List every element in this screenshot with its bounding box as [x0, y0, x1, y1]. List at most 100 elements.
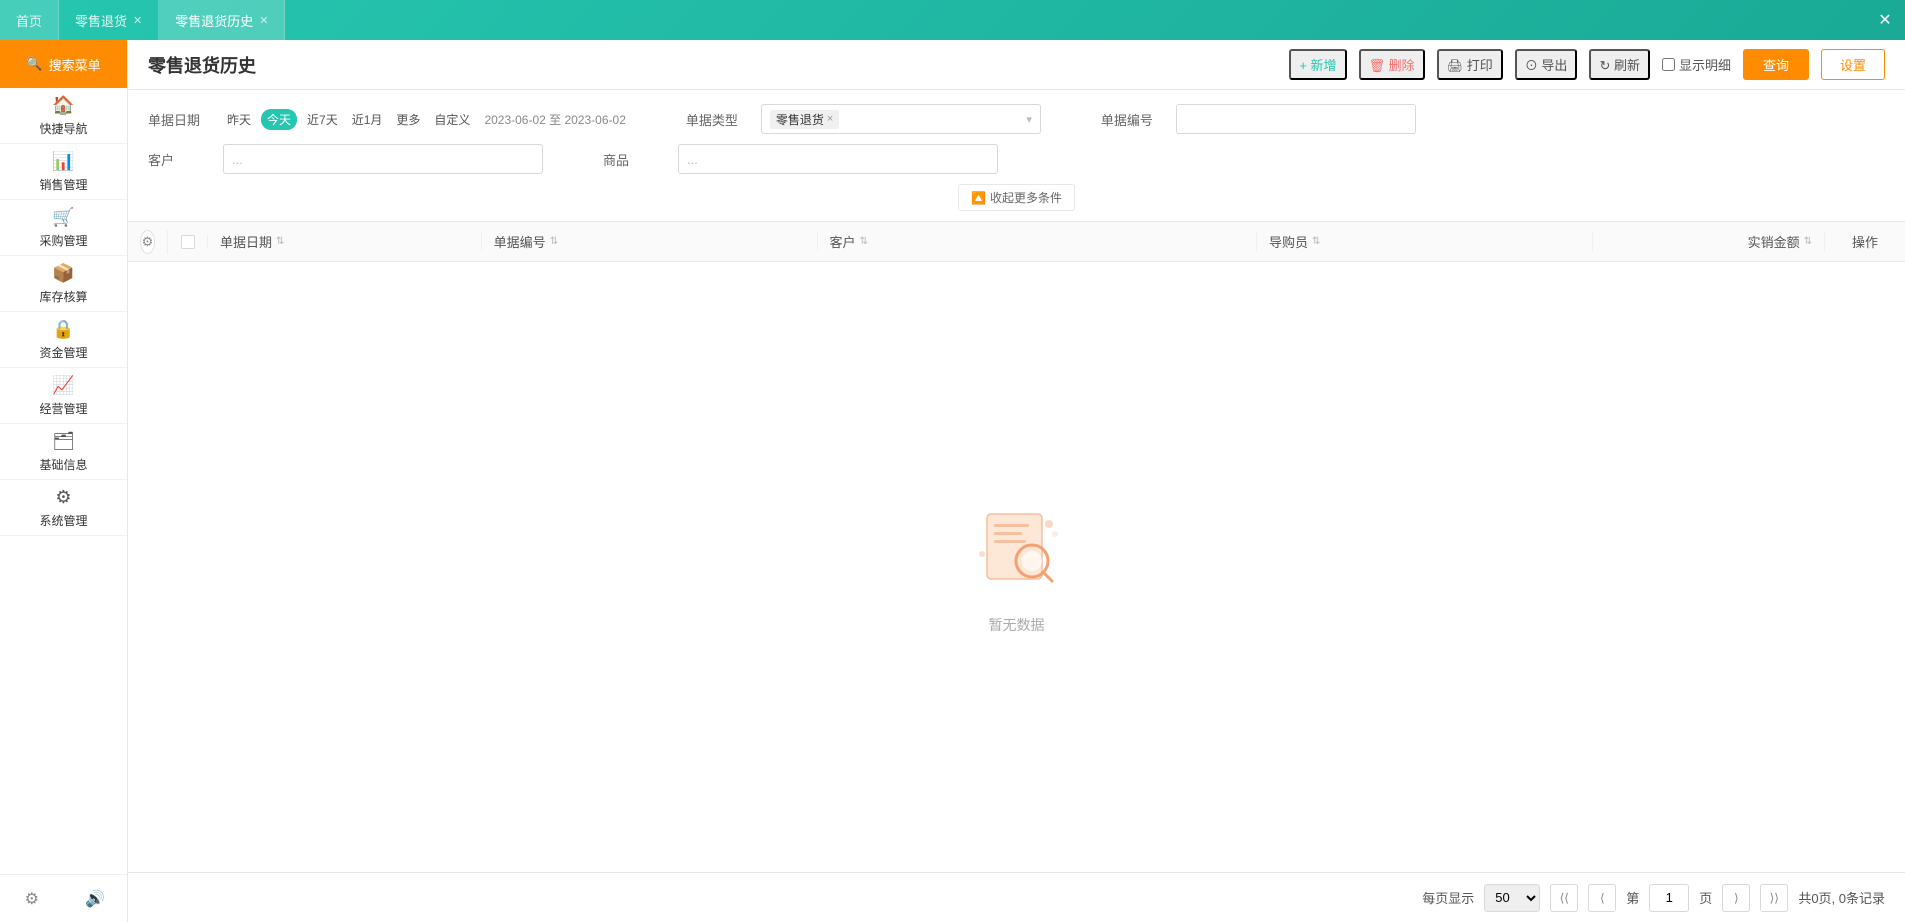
- th-no[interactable]: 单据编号 ⇅: [482, 232, 818, 251]
- th-amount[interactable]: 实销金额 ⇅: [1593, 232, 1825, 251]
- sidebar-item-operations-label: 经营管理: [39, 400, 87, 417]
- th-date-label: 单据日期: [220, 232, 272, 251]
- date-btn-today[interactable]: 今天: [261, 109, 297, 130]
- tab-home-label: 首页: [16, 11, 42, 30]
- collapse-filter-button[interactable]: 🔼 收起更多条件: [958, 184, 1075, 211]
- prev-page-button[interactable]: ⟨: [1588, 884, 1616, 912]
- customer-label: 客户: [148, 150, 203, 169]
- sidebar-item-purchase[interactable]: 🛒 采购管理: [0, 200, 127, 256]
- doc-type-tag-close[interactable]: ×: [827, 113, 833, 125]
- customer-dots: ...: [232, 152, 243, 167]
- settings-button[interactable]: 设置: [1821, 49, 1885, 80]
- th-settings: ⚙: [128, 230, 168, 254]
- new-button[interactable]: + 新增: [1289, 49, 1346, 80]
- th-checkbox: [168, 235, 208, 249]
- chevron-down-icon: ▾: [1026, 113, 1032, 126]
- sidebar-item-operations[interactable]: 📈 经营管理: [0, 368, 127, 424]
- sidebar-item-system[interactable]: ⚙ 系统管理: [0, 480, 127, 536]
- doc-type-tag: 零售退货 ×: [770, 110, 839, 129]
- sidebar-item-finance-label: 资金管理: [39, 344, 87, 361]
- tab-retail-return-history-label: 零售退货历史: [175, 11, 253, 30]
- delete-button[interactable]: 🗑 删除: [1359, 49, 1425, 80]
- sidebar-item-quick-nav[interactable]: 🏠 快捷导航: [0, 88, 127, 144]
- tab-home[interactable]: 首页: [0, 0, 59, 40]
- chevron-up-icon: 🔼: [971, 191, 986, 205]
- sidebar: 🔍 搜索菜单 🏠 快捷导航 📊 销售管理 🛒 采购管理 📦 库存核算 🔒 资金管…: [0, 40, 128, 922]
- sidebar-item-basic-info-label: 基础信息: [39, 456, 87, 473]
- first-page-button[interactable]: ⟨⟨: [1550, 884, 1578, 912]
- sales-icon: 📊: [52, 151, 74, 172]
- th-guide[interactable]: 导购员 ⇅: [1257, 232, 1593, 251]
- date-btn-more[interactable]: 更多: [392, 109, 424, 130]
- table-area: ⚙ 单据日期 ⇅ 单据编号 ⇅ 客户 ⇅ 导购员: [128, 222, 1905, 872]
- goods-label: 商品: [603, 150, 658, 169]
- tab-retail-return-close[interactable]: ✕: [133, 14, 142, 27]
- customer-input[interactable]: ...: [223, 144, 543, 174]
- date-btn-custom[interactable]: 自定义: [430, 109, 474, 130]
- tab-retail-return[interactable]: 零售退货 ✕: [59, 0, 159, 40]
- search-icon: 🔍: [26, 56, 42, 72]
- sidebar-audio-button[interactable]: 🔊: [77, 881, 113, 917]
- doc-no-input[interactable]: [1176, 104, 1416, 134]
- collapse-btn-label: 收起更多条件: [990, 189, 1062, 206]
- th-date[interactable]: 单据日期 ⇅: [208, 232, 482, 251]
- date-btn-7days[interactable]: 近7天: [303, 109, 342, 130]
- date-btn-1month[interactable]: 近1月: [348, 109, 387, 130]
- sidebar-settings-button[interactable]: ⚙: [14, 881, 50, 917]
- sidebar-search[interactable]: 🔍 搜索菜单: [0, 40, 127, 88]
- sort-amount-icon: ⇅: [1804, 236, 1812, 247]
- top-bar: 首页 零售退货 ✕ 零售退货历史 ✕ ✕: [0, 0, 1905, 40]
- page-suffix: 页: [1699, 888, 1712, 907]
- sort-guide-icon: ⇅: [1312, 236, 1320, 247]
- date-filter-label: 单据日期: [148, 110, 203, 129]
- tab-retail-return-label: 零售退货: [75, 11, 127, 30]
- system-icon: ⚙: [55, 487, 71, 508]
- sidebar-item-basic-info[interactable]: 🗂 基础信息: [0, 424, 127, 480]
- th-customer[interactable]: 客户 ⇅: [818, 232, 1257, 251]
- export-button[interactable]: ⊙ 导出: [1515, 49, 1578, 80]
- select-all-checkbox[interactable]: [181, 235, 195, 249]
- inventory-icon: 📦: [52, 263, 74, 284]
- empty-illustration: [967, 499, 1067, 599]
- date-shortcuts: 昨天 今天 近7天 近1月 更多 自定义 2023-06-02 至 2023-0…: [223, 109, 626, 130]
- show-detail-checkbox[interactable]: [1662, 58, 1675, 71]
- refresh-button[interactable]: ↻ 刷新: [1589, 49, 1650, 80]
- table-settings-button[interactable]: ⚙: [140, 230, 155, 254]
- last-page-button[interactable]: ⟩⟩: [1760, 884, 1788, 912]
- table-header: ⚙ 单据日期 ⇅ 单据编号 ⇅ 客户 ⇅ 导购员: [128, 222, 1905, 262]
- page-number-input[interactable]: [1649, 884, 1689, 912]
- finance-icon: 🔒: [52, 319, 74, 340]
- date-range-text: 2023-06-02 至 2023-06-02: [484, 111, 625, 128]
- tab-retail-return-history[interactable]: 零售退货历史 ✕: [159, 0, 285, 40]
- sidebar-search-label: 搜索菜单: [49, 55, 101, 74]
- sidebar-item-sales[interactable]: 📊 销售管理: [0, 144, 127, 200]
- tab-retail-return-history-close[interactable]: ✕: [259, 14, 268, 27]
- th-amount-label: 实销金额: [1748, 232, 1800, 251]
- show-detail-label: 显示明细: [1662, 55, 1731, 74]
- sort-no-icon: ⇅: [550, 236, 558, 247]
- basic-info-icon: 🗂: [52, 431, 75, 452]
- goods-input[interactable]: ...: [678, 144, 998, 174]
- sidebar-item-inventory[interactable]: 📦 库存核算: [0, 256, 127, 312]
- header-actions: + 新增 🗑 删除 🖨 打印 ⊙ 导出 ↻ 刷新 显示明细 查询 设置: [1289, 49, 1885, 80]
- page-header: 零售退货历史 + 新增 🗑 删除 🖨 打印 ⊙ 导出 ↻ 刷新 显示明细 查询 …: [128, 40, 1905, 90]
- empty-state: 暂无数据: [128, 262, 1905, 872]
- next-page-button[interactable]: ⟩: [1722, 884, 1750, 912]
- purchase-icon: 🛒: [52, 207, 74, 228]
- print-button[interactable]: 🖨 打印: [1437, 49, 1503, 80]
- sidebar-bottom: ⚙ 🔊: [0, 874, 127, 922]
- main-layout: 🔍 搜索菜单 🏠 快捷导航 📊 销售管理 🛒 采购管理 📦 库存核算 🔒 资金管…: [0, 40, 1905, 922]
- per-page-select[interactable]: 50 20 100 200: [1484, 884, 1540, 912]
- window-close-button[interactable]: ✕: [1865, 0, 1905, 40]
- sidebar-item-system-label: 系统管理: [39, 512, 87, 529]
- sidebar-item-finance[interactable]: 🔒 资金管理: [0, 312, 127, 368]
- th-customer-label: 客户: [830, 232, 856, 251]
- doc-type-select[interactable]: 零售退货 × ▾: [761, 104, 1041, 134]
- operations-icon: 📈: [52, 375, 74, 396]
- goods-dots: ...: [687, 152, 698, 167]
- query-button[interactable]: 查询: [1743, 49, 1809, 80]
- audio-icon: 🔊: [85, 889, 105, 909]
- tab-list: 首页 零售退货 ✕ 零售退货历史 ✕: [0, 0, 1865, 40]
- date-btn-yesterday[interactable]: 昨天: [223, 109, 255, 130]
- th-no-label: 单据编号: [494, 232, 546, 251]
